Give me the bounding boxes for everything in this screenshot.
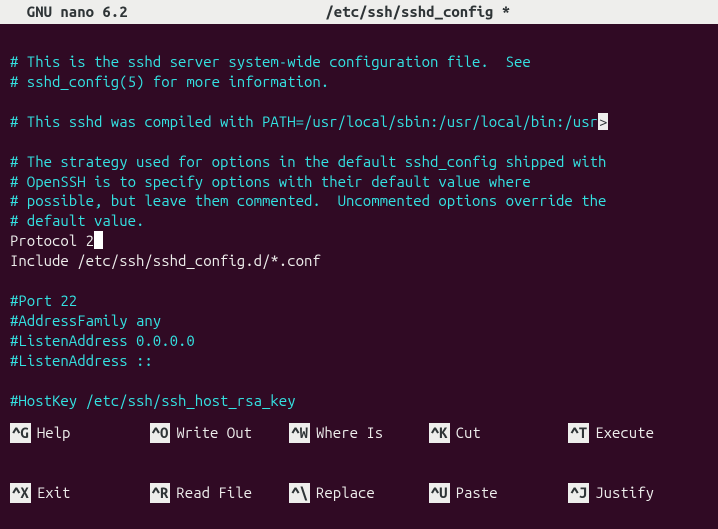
editor-line: # sshd_config(5) for more information. — [10, 72, 708, 92]
shortcut-bar: ^GHelp^OWrite Out^WWhere Is^KCut^TExecut… — [0, 383, 718, 523]
shortcut-item[interactable]: ^X Exit — [10, 483, 150, 503]
editor-line — [10, 271, 708, 291]
shortcut-item[interactable]: ^G Help — [10, 423, 150, 443]
shortcut-key: ^K — [429, 423, 450, 443]
editor-line — [10, 32, 708, 52]
shortcut-row-2: ^XExit^RRead File^\Replace^UPaste^JJusti… — [10, 483, 708, 503]
shortcut-key: ^R — [150, 483, 171, 503]
shortcut-label: Write Out — [176, 423, 252, 443]
shortcut-item[interactable]: ^U Paste — [429, 483, 569, 503]
line-overflow-marker: > — [598, 113, 608, 130]
editor-line — [10, 92, 708, 112]
editor-line: #ListenAddress :: — [10, 351, 708, 371]
editor-line: # possible, but leave them commented. Un… — [10, 191, 708, 211]
shortcut-label: Cut — [456, 423, 481, 443]
editor-line: # This sshd was compiled with PATH=/usr/… — [10, 112, 708, 132]
shortcut-key: ^T — [568, 423, 589, 443]
app-name: GNU nano 6.2 — [10, 2, 128, 22]
shortcut-label: Replace — [316, 483, 375, 503]
shortcut-row-1: ^GHelp^OWrite Out^WWhere Is^KCut^TExecut… — [10, 423, 708, 443]
editor-line: # default value. — [10, 211, 708, 231]
shortcut-label: Paste — [456, 483, 498, 503]
shortcut-key: ^W — [289, 423, 310, 443]
shortcut-item[interactable]: ^J Justify — [568, 483, 708, 503]
shortcut-key: ^J — [568, 483, 589, 503]
editor-line: Include /etc/ssh/sshd_config.d/*.conf — [10, 251, 708, 271]
shortcut-item[interactable]: ^\ Replace — [289, 483, 429, 503]
shortcut-key: ^G — [10, 423, 31, 443]
editor-line: #Port 22 — [10, 291, 708, 311]
shortcut-label: Read File — [176, 483, 252, 503]
shortcut-label: Help — [37, 423, 71, 443]
shortcut-key: ^\ — [289, 483, 310, 503]
shortcut-key: ^X — [10, 483, 31, 503]
editor-content[interactable]: # This is the sshd server system-wide co… — [0, 24, 718, 419]
shortcut-item[interactable]: ^K Cut — [429, 423, 569, 443]
editor-line: Protocol 2 — [10, 231, 708, 251]
editor-line: # This is the sshd server system-wide co… — [10, 52, 708, 72]
text-cursor — [94, 231, 103, 249]
titlebar: GNU nano 6.2 /etc/ssh/sshd_config * — [0, 0, 718, 24]
shortcut-label: Execute — [595, 423, 654, 443]
shortcut-item[interactable]: ^RRead File — [150, 483, 290, 503]
shortcut-item[interactable]: ^T Execute — [568, 423, 708, 443]
editor-line: # OpenSSH is to specify options with the… — [10, 172, 708, 192]
file-path: /etc/ssh/sshd_config * — [325, 2, 510, 22]
shortcut-key: ^O — [150, 423, 171, 443]
shortcut-label: Justify — [595, 483, 654, 503]
shortcut-key: ^U — [429, 483, 450, 503]
shortcut-item[interactable]: ^W Where Is — [289, 423, 429, 443]
editor-line: # The strategy used for options in the d… — [10, 152, 708, 172]
editor-line: #ListenAddress 0.0.0.0 — [10, 331, 708, 351]
shortcut-item[interactable]: ^OWrite Out — [150, 423, 290, 443]
editor-line — [10, 132, 708, 152]
shortcut-label: Where Is — [316, 423, 383, 443]
shortcut-label: Exit — [37, 483, 71, 503]
editor-line: #AddressFamily any — [10, 311, 708, 331]
